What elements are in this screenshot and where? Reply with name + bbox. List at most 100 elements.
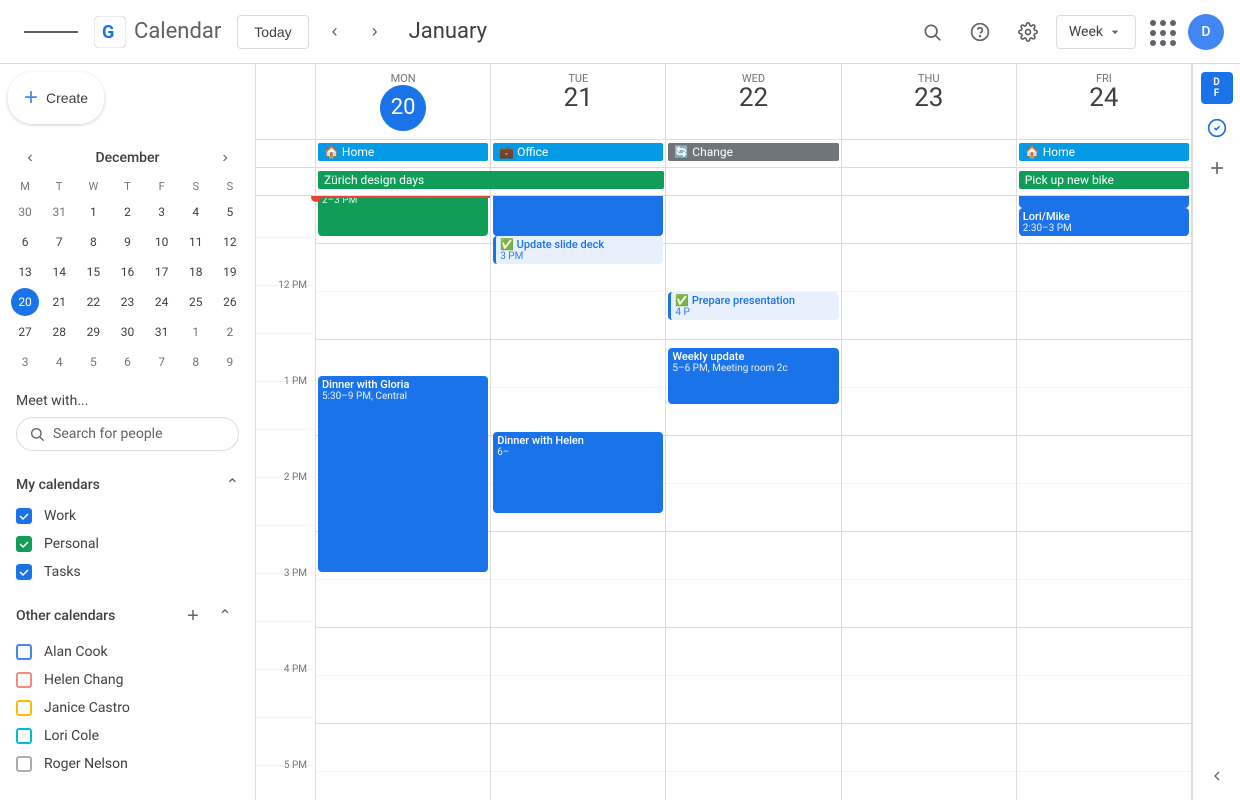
add-other-calendar-button[interactable]: + bbox=[179, 602, 207, 630]
time-slot[interactable] bbox=[1017, 292, 1191, 340]
time-slot[interactable] bbox=[1017, 244, 1191, 292]
mini-cal-day[interactable]: 2 bbox=[216, 318, 244, 346]
time-slot[interactable] bbox=[316, 772, 490, 800]
next-button[interactable]: › bbox=[357, 14, 393, 50]
mini-cal-day[interactable]: 2 bbox=[113, 198, 141, 226]
mini-cal-prev[interactable]: ‹ bbox=[16, 144, 44, 172]
mini-cal-day[interactable]: 26 bbox=[216, 288, 244, 316]
mini-cal-day[interactable]: 10 bbox=[148, 228, 176, 256]
time-slot[interactable] bbox=[842, 436, 1016, 484]
time-slot[interactable] bbox=[491, 676, 665, 724]
time-slot[interactable] bbox=[1017, 772, 1191, 800]
time-slot[interactable] bbox=[491, 532, 665, 580]
time-slot[interactable] bbox=[666, 244, 840, 292]
time-slot[interactable] bbox=[316, 580, 490, 628]
other-calendar-item[interactable]: Janice Castro bbox=[8, 694, 247, 722]
day-header[interactable]: FRI 24 bbox=[1017, 64, 1192, 139]
mini-cal-day[interactable]: 21 bbox=[45, 288, 73, 316]
mini-cal-day[interactable]: 11 bbox=[182, 228, 210, 256]
calendar-checkbox[interactable] bbox=[16, 728, 32, 744]
day-header[interactable]: THU 23 bbox=[842, 64, 1017, 139]
collapse-right-icon[interactable] bbox=[1201, 760, 1233, 792]
mini-cal-day[interactable]: 8 bbox=[79, 228, 107, 256]
calendar-event[interactable]: Weekly update5–6 PM, Meeting room 2c bbox=[668, 348, 838, 404]
time-slot[interactable] bbox=[842, 676, 1016, 724]
time-slot[interactable] bbox=[1017, 580, 1191, 628]
other-calendars-toggle[interactable]: ⌃ bbox=[211, 602, 239, 630]
calendar-checkbox[interactable] bbox=[16, 508, 32, 524]
view-selector[interactable]: Week bbox=[1056, 15, 1136, 49]
my-calendar-item[interactable]: Tasks bbox=[8, 558, 247, 586]
time-slot[interactable] bbox=[1017, 340, 1191, 388]
mini-cal-day[interactable]: 28 bbox=[45, 318, 73, 346]
mini-cal-day[interactable]: 7 bbox=[45, 228, 73, 256]
calendar-event[interactable]: Project planning12:30–2:30 PMMeeting roo… bbox=[1019, 196, 1189, 208]
time-slot[interactable] bbox=[666, 724, 840, 772]
time-slot[interactable] bbox=[666, 532, 840, 580]
calendar-event[interactable]: Dinner with Gloria5:30–9 PM, Central bbox=[318, 376, 488, 572]
mini-cal-day[interactable]: 31 bbox=[45, 198, 73, 226]
time-slot[interactable] bbox=[842, 772, 1016, 800]
mini-cal-day[interactable]: 7 bbox=[148, 348, 176, 376]
my-calendar-item[interactable]: Personal bbox=[8, 530, 247, 558]
time-slot[interactable] bbox=[316, 628, 490, 676]
mini-cal-day[interactable]: 22 bbox=[79, 288, 107, 316]
time-slot[interactable] bbox=[491, 772, 665, 800]
time-slot[interactable] bbox=[666, 628, 840, 676]
mini-cal-day[interactable]: 29 bbox=[79, 318, 107, 346]
mini-cal-day[interactable]: 5 bbox=[79, 348, 107, 376]
apps-button[interactable] bbox=[1144, 14, 1180, 50]
mini-cal-day[interactable]: 1 bbox=[79, 198, 107, 226]
search-button[interactable] bbox=[912, 12, 952, 52]
day-header[interactable]: MON 20 bbox=[316, 64, 491, 139]
time-slot[interactable] bbox=[666, 484, 840, 532]
day-header[interactable]: TUE 21 bbox=[491, 64, 666, 139]
menu-button[interactable] bbox=[16, 21, 86, 43]
search-people-input[interactable]: Search for people bbox=[16, 417, 239, 451]
dwelling-fund-badge[interactable]: DF bbox=[1201, 72, 1233, 104]
mini-cal-next[interactable]: › bbox=[211, 144, 239, 172]
mini-cal-day[interactable]: 30 bbox=[113, 318, 141, 346]
mini-cal-day[interactable]: 15 bbox=[79, 258, 107, 286]
time-slot[interactable] bbox=[1017, 484, 1191, 532]
mini-cal-day[interactable]: 18 bbox=[182, 258, 210, 286]
time-slot[interactable] bbox=[491, 292, 665, 340]
time-slot[interactable] bbox=[842, 196, 1016, 244]
time-slot[interactable] bbox=[666, 676, 840, 724]
mini-cal-day[interactable]: 30 bbox=[11, 198, 39, 226]
calendar-event[interactable]: Marketing workshop12–3 PMMeeting room 4a bbox=[493, 196, 663, 236]
mini-cal-day[interactable]: 1 bbox=[182, 318, 210, 346]
time-slot[interactable] bbox=[842, 628, 1016, 676]
prev-button[interactable]: ‹ bbox=[317, 14, 353, 50]
time-slot[interactable] bbox=[316, 676, 490, 724]
time-slot[interactable] bbox=[842, 724, 1016, 772]
time-slot[interactable] bbox=[491, 580, 665, 628]
time-slot[interactable] bbox=[1017, 532, 1191, 580]
other-calendar-item[interactable]: Lori Cole bbox=[8, 722, 247, 750]
time-slot[interactable] bbox=[1017, 436, 1191, 484]
avatar[interactable]: D bbox=[1188, 14, 1224, 50]
time-slot[interactable] bbox=[842, 580, 1016, 628]
my-calendar-item[interactable]: Work bbox=[8, 502, 247, 530]
mini-cal-day[interactable]: 8 bbox=[182, 348, 210, 376]
other-calendar-item[interactable]: Roger Nelson bbox=[8, 750, 247, 778]
time-slot[interactable] bbox=[842, 244, 1016, 292]
mini-cal-day[interactable]: 14 bbox=[45, 258, 73, 286]
time-slot[interactable] bbox=[666, 196, 840, 244]
calendar-checkbox[interactable] bbox=[16, 644, 32, 660]
mini-cal-day[interactable]: 4 bbox=[45, 348, 73, 376]
mini-cal-day[interactable]: 12 bbox=[216, 228, 244, 256]
time-slot[interactable] bbox=[666, 436, 840, 484]
other-calendar-item[interactable]: Helen Chang bbox=[8, 666, 247, 694]
calendar-event[interactable]: ✅ Prepare presentation4 P bbox=[668, 292, 838, 320]
calendar-checkbox[interactable] bbox=[16, 672, 32, 688]
time-slot[interactable] bbox=[1017, 388, 1191, 436]
time-slot[interactable] bbox=[491, 388, 665, 436]
time-slot[interactable] bbox=[491, 724, 665, 772]
mini-cal-day[interactable]: 3 bbox=[11, 348, 39, 376]
time-slot[interactable] bbox=[491, 340, 665, 388]
calendar-event[interactable]: ✅ Update slide deck3 PM bbox=[493, 236, 663, 264]
time-slot[interactable] bbox=[1017, 676, 1191, 724]
settings-button[interactable] bbox=[1008, 12, 1048, 52]
time-slot[interactable] bbox=[666, 772, 840, 800]
